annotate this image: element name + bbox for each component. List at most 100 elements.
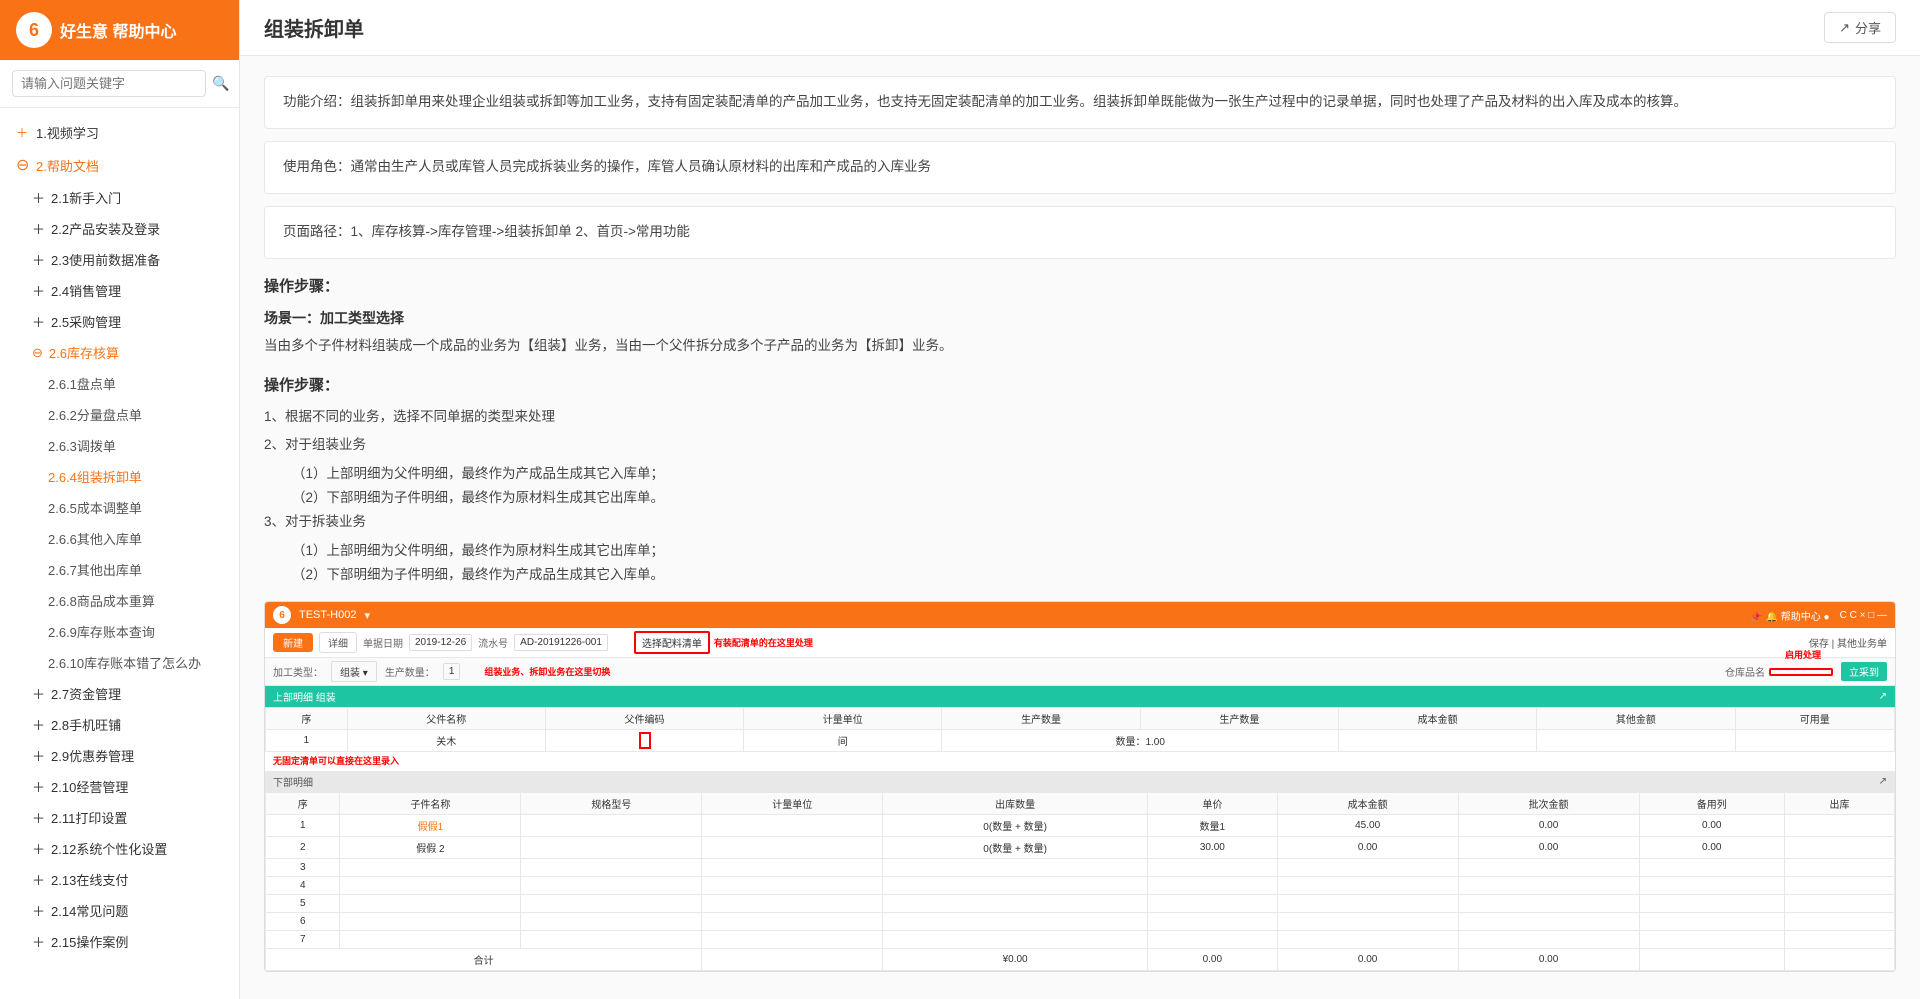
sidebar-item-inventory[interactable]: ⊖ 2.6库存核算 — [0, 337, 239, 368]
mock-lower-header: 下部明细 ↗ — [265, 771, 1895, 792]
col-l-name: 子件名称 — [340, 793, 521, 815]
main-panel: 组装拆卸单 ↗ 分享 功能介绍：组装拆卸单用来处理企业组装或拆卸等加工业务，支持… — [240, 0, 1920, 999]
sidebar-item-sales[interactable]: ＋ 2.4销售管理 — [0, 275, 239, 306]
mock-secondary-toolbar: 新建 详细 单据日期 2019-12-26 流水号 AD-20191226-00… — [265, 628, 1895, 658]
mock-upper-header: 上部明细 组装 ↗ — [265, 686, 1895, 707]
sidebar-header: 6 好生意 帮助中心 — [0, 0, 239, 60]
mock-annotation5: 无固定清单可以直接在这里录入 — [273, 756, 399, 766]
plus-icon: ＋ — [32, 312, 45, 331]
cell-prod-qty-combined: 数量：1.00 — [942, 730, 1339, 752]
col-l-price: 单价 — [1147, 793, 1277, 815]
plus-icon: ＋ — [32, 901, 45, 920]
step-1: 1、根据不同的业务，选择不同单据的类型来处理 — [264, 405, 1896, 429]
plus-icon: ＋ — [32, 188, 45, 207]
mock-enable-area: 仓库品名 立采到 启用处理 — [1725, 662, 1887, 681]
scenario1-desc: 当由多个子件材料组装成一个成品的业务为【组装】业务，当由一个父件拆分成多个子产品… — [264, 334, 1896, 358]
screenshot-container: 6 TEST-H002 ▾ 📌 🔔 帮助中心 ● C C × □ — 新建 详细… — [264, 601, 1896, 972]
table-row: 3 — [266, 859, 1895, 877]
table-row: 5 — [266, 895, 1895, 913]
mock-peiliao-btn[interactable]: 选择配料清单 — [634, 631, 710, 654]
col-parent-name: 父件名称 — [347, 708, 545, 730]
col-l-unit: 计量单位 — [702, 793, 883, 815]
step-2: 2、对于组装业务 — [264, 433, 1896, 457]
search-icon[interactable]: 🔍 — [212, 75, 229, 92]
search-input[interactable] — [12, 70, 206, 97]
sidebar-leaf-2610[interactable]: 2.6.10库存账本错了怎么办 — [0, 647, 239, 678]
plus-icon: ＋ — [32, 746, 45, 765]
footer-row: 合计 ¥0.00 0.00 0.00 0.00 — [266, 949, 1895, 971]
nav-sub-items-2: ＋ 2.1新手入门 ＋ 2.2产品安装及登录 ＋ 2.3使用前数据准备 ＋ 2.… — [0, 182, 239, 957]
mock-annotation4: 启用处理 — [1785, 648, 1821, 661]
sidebar-leaf-267[interactable]: 2.6.7其他出库单 — [0, 554, 239, 585]
mock-form-date-label: 单据日期 — [363, 635, 403, 650]
mock-divider: ▾ — [364, 609, 370, 622]
table-row: 4 — [266, 877, 1895, 895]
sidebar-item-beginner[interactable]: ＋ 2.1新手入门 — [0, 182, 239, 213]
sidebar-item-faq[interactable]: ＋ 2.14常见问题 — [0, 895, 239, 926]
sidebar-item-finance[interactable]: ＋ 2.7资金管理 — [0, 678, 239, 709]
step-2-2: （2）下部明细为子件明细，最终作为原材料生成其它出库单。 — [264, 486, 1896, 510]
sidebar-leaf-266[interactable]: 2.6.6其他入库单 — [0, 523, 239, 554]
sidebar-item-mobile[interactable]: ＋ 2.8手机旺铺 — [0, 709, 239, 740]
plus-icon: ＋ — [32, 808, 45, 827]
sidebar-item-print[interactable]: ＋ 2.11打印设置 — [0, 802, 239, 833]
col-unit: 计量单位 — [744, 708, 942, 730]
sidebar-item-operations[interactable]: ＋ 2.10经营管理 — [0, 771, 239, 802]
sidebar-leaf-265[interactable]: 2.6.5成本调整单 — [0, 492, 239, 523]
sidebar-item-personalize[interactable]: ＋ 2.12系统个性化设置 — [0, 833, 239, 864]
mock-type-selector[interactable]: 组装 ▾ — [331, 661, 377, 682]
mock-store-input[interactable] — [1769, 668, 1833, 676]
mock-upper-thead: 序 父件名称 父件编码 计量单位 生产数量 生产数量 成本金额 其他金额 可用量 — [266, 708, 1895, 730]
mock-section-upper-label: 上部明细 组装 — [273, 689, 336, 704]
mock-upper-table: 序 父件名称 父件编码 计量单位 生产数量 生产数量 成本金额 其他金额 可用量 — [265, 707, 1895, 752]
sidebar-leaf-263[interactable]: 2.6.3调拨单 — [0, 430, 239, 461]
sidebar-item-purchase[interactable]: ＋ 2.5采购管理 — [0, 306, 239, 337]
sidebar-leaf-269[interactable]: 2.6.9库存账本查询 — [0, 616, 239, 647]
step-3-1: （1）上部明细为父件明细，最终作为原材料生成其它出库单； — [264, 539, 1896, 563]
mock-form-num-label: 流水号 — [478, 635, 508, 650]
app-title: 好生意 帮助中心 — [60, 18, 176, 42]
mock-annotation3: 组装业务、拆卸业务在这里切换 — [484, 665, 610, 678]
sidebar-leaf-268[interactable]: 2.6.8商品成本重算 — [0, 585, 239, 616]
share-button[interactable]: ↗ 分享 — [1824, 12, 1896, 43]
sidebar-item-video[interactable]: ＋ 1.视频学习 — [0, 116, 239, 149]
col-l-out-qty: 出库数量 — [883, 793, 1148, 815]
cell-unit: 间 — [744, 730, 942, 752]
sidebar-leaf-264[interactable]: 2.6.4组装拆卸单 — [0, 461, 239, 492]
share-icon: ↗ — [1839, 20, 1850, 36]
mock-type-row: 加工类型： 组装 ▾ 生产数量： 1 组装业务、拆卸业务在这里切换 仓库品名 立… — [265, 658, 1895, 686]
col-l-batch: 批次金额 — [1458, 793, 1639, 815]
sidebar: 6 好生意 帮助中心 🔍 ＋ 1.视频学习 ⊖ 2.帮助文档 ＋ 2.1新手入门 — [0, 0, 240, 999]
minus-icon: ⊖ — [16, 158, 30, 174]
nav-section-2: ⊖ 2.帮助文档 ＋ 2.1新手入门 ＋ 2.2产品安装及登录 ＋ 2.3使用前… — [0, 149, 239, 957]
plus-icon: ＋ — [16, 124, 30, 141]
mock-new-btn[interactable]: 新建 — [273, 633, 313, 652]
page-title: 组装拆卸单 — [264, 13, 364, 42]
sidebar-item-helpdocs[interactable]: ⊖ 2.帮助文档 — [0, 149, 239, 182]
mock-app-logo: 6 — [273, 606, 291, 624]
sidebar-item-install[interactable]: ＋ 2.2产品安装及登录 — [0, 213, 239, 244]
mock-store-label: 仓库品名 — [1725, 664, 1765, 679]
mock-upper-table-wrapper: 序 父件名称 父件编码 计量单位 生产数量 生产数量 成本金额 其他金额 可用量 — [265, 707, 1895, 752]
table-row: 1 关木 间 数量：1.00 — [266, 730, 1895, 752]
minus-icon: ⊖ — [32, 345, 43, 361]
col-avail: 可用量 — [1735, 708, 1895, 730]
intro-block-1: 功能介绍：组装拆卸单用来处理企业组装或拆卸等加工业务，支持有固定装配清单的产品加… — [264, 76, 1896, 129]
intro-block-2: 使用角色：通常由生产人员或库管人员完成拆装业务的操作，库管人员确认原材料的出库和… — [264, 141, 1896, 194]
mock-lower-table: 序 子件名称 规格型号 计量单位 出库数量 单价 成本金额 批次金额 备用列 出… — [265, 792, 1895, 971]
sidebar-item-payment[interactable]: ＋ 2.13在线支付 — [0, 864, 239, 895]
plus-icon: ＋ — [32, 281, 45, 300]
cell-other — [1537, 730, 1735, 752]
sidebar-leaf-262[interactable]: 2.6.2分量盘点单 — [0, 399, 239, 430]
mock-titlebar: 6 TEST-H002 ▾ 📌 🔔 帮助中心 ● C C × □ — — [265, 602, 1895, 628]
mock-upper-tbody: 1 关木 间 数量：1.00 — [266, 730, 1895, 752]
mock-detail-btn[interactable]: 详细 — [319, 632, 357, 653]
lower-header-row: 序 子件名称 规格型号 计量单位 出库数量 单价 成本金额 批次金额 备用列 出… — [266, 793, 1895, 815]
mock-enable-btn[interactable]: 立采到 — [1841, 662, 1887, 681]
sidebar-leaf-261[interactable]: 2.6.1盘点单 — [0, 368, 239, 399]
sidebar-item-data-prep[interactable]: ＋ 2.3使用前数据准备 — [0, 244, 239, 275]
sidebar-item-cases[interactable]: ＋ 2.15操作案例 — [0, 926, 239, 957]
col-l-cost: 成本金额 — [1277, 793, 1458, 815]
table-row: 6 — [266, 913, 1895, 931]
sidebar-item-coupon[interactable]: ＋ 2.9优惠券管理 — [0, 740, 239, 771]
